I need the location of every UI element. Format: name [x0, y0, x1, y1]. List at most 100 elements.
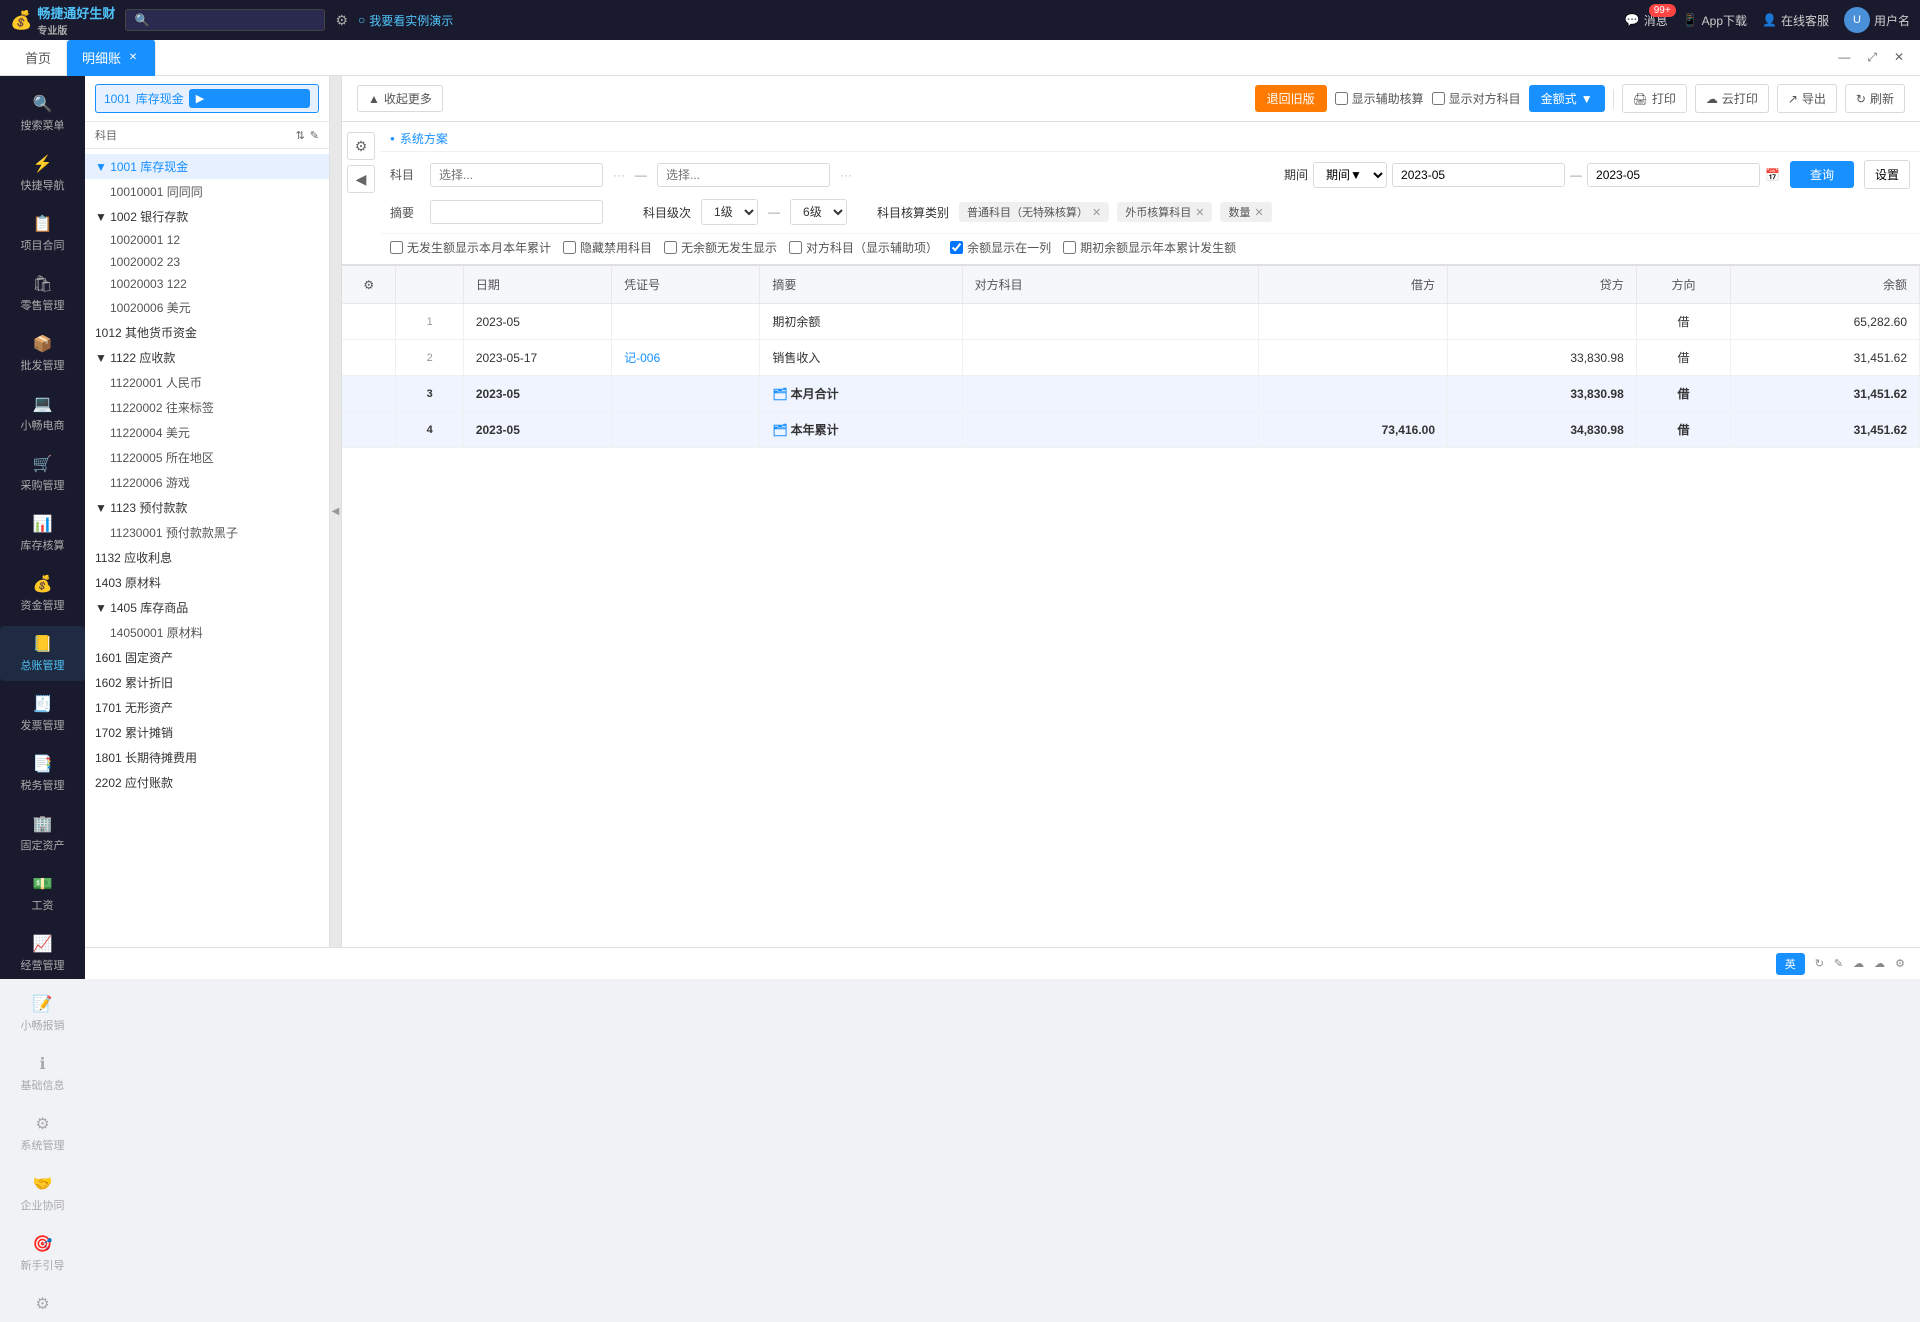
- tab-home[interactable]: 首页: [10, 40, 67, 76]
- top-search-box[interactable]: 🔍: [125, 9, 325, 31]
- tree-item-11220001[interactable]: 11220001 人民币: [85, 370, 329, 395]
- opening-annual-checkbox[interactable]: 期初余额显示年本累计发生额: [1063, 239, 1236, 256]
- show-aux-account-input[interactable]: [1335, 92, 1348, 105]
- demo-link[interactable]: ○ 我要看实例演示: [358, 12, 453, 29]
- hide-disabled-checkbox[interactable]: 隐藏禁用科目: [563, 239, 652, 256]
- row-settings-btn[interactable]: [342, 376, 396, 412]
- status-icon-2[interactable]: ✎: [1834, 957, 1843, 970]
- account-filter-input[interactable]: [430, 163, 603, 187]
- no-balance2-checkbox[interactable]: 无余额无发生显示: [664, 239, 777, 256]
- collapse-btn[interactable]: ▲ 收起更多: [357, 85, 443, 112]
- settings-icon[interactable]: ⚙: [335, 12, 348, 29]
- tree-item-1701[interactable]: 1701 无形资产: [85, 695, 329, 720]
- sidebar-item-guide[interactable]: 🎯 新手引导: [0, 1226, 85, 1281]
- level-start-select[interactable]: 1级: [701, 199, 758, 225]
- account-selected[interactable]: 1001 库存现金 ▶: [95, 84, 319, 113]
- tree-item-10020001[interactable]: 10020001 12: [85, 229, 329, 251]
- period-start-input[interactable]: [1392, 163, 1565, 187]
- sidebar-item-inventory[interactable]: 📊 库存核算: [0, 506, 85, 561]
- sidebar-item-cooperation[interactable]: 🤝 企业协同: [0, 1166, 85, 1221]
- tree-item-1002[interactable]: ▼ 1002 银行存款: [85, 204, 329, 229]
- show-aux-account-checkbox[interactable]: 显示辅助核算: [1335, 90, 1424, 107]
- tree-item-11220004[interactable]: 11220004 美元: [85, 420, 329, 445]
- refresh-btn[interactable]: ↻ 刷新: [1845, 84, 1905, 113]
- tree-item-11220006[interactable]: 11220006 游戏: [85, 470, 329, 495]
- tree-item-1801[interactable]: 1801 长期待摊费用: [85, 745, 329, 770]
- tree-item-1012[interactable]: 1012 其他货币资金: [85, 320, 329, 345]
- sidebar-item-purchase[interactable]: 🛒 采购管理: [0, 446, 85, 501]
- query-btn[interactable]: 查询: [1790, 161, 1854, 188]
- filter-collapse-icon-btn[interactable]: ◀: [347, 165, 375, 193]
- tree-item-2202[interactable]: 2202 应付账款: [85, 770, 329, 795]
- app-download-btn[interactable]: 📱 App下载: [1683, 12, 1747, 29]
- summary-input[interactable]: [430, 200, 603, 224]
- tree-item-1602[interactable]: 1602 累计折旧: [85, 670, 329, 695]
- tree-item-10020003[interactable]: 10020003 122: [85, 273, 329, 295]
- account-sort-icon[interactable]: ⇅: [296, 129, 305, 142]
- export-btn[interactable]: ↗ 导出: [1777, 84, 1837, 113]
- tree-item-11220005[interactable]: 11220005 所在地区: [85, 445, 329, 470]
- back-to-old-btn[interactable]: 退回旧版: [1255, 85, 1327, 112]
- account-filter-input2[interactable]: [657, 163, 830, 187]
- hide-disabled-input[interactable]: [563, 241, 576, 254]
- row-settings-btn[interactable]: [342, 304, 396, 340]
- sidebar-item-finance[interactable]: 💰 资金管理: [0, 566, 85, 621]
- tree-item-1702[interactable]: 1702 累计摊销: [85, 720, 329, 745]
- print-btn[interactable]: 🖨 打印: [1622, 84, 1687, 113]
- tree-item-1123[interactable]: ▼ 1123 预付款款: [85, 495, 329, 520]
- sidebar-item-wholesale[interactable]: 📦 批发管理: [0, 326, 85, 381]
- tab-minimize-btn[interactable]: —: [1832, 47, 1856, 68]
- no-balance-checkbox[interactable]: 无发生额显示本月本年累计: [390, 239, 551, 256]
- sidebar-item-invoice[interactable]: 🧾 发票管理: [0, 686, 85, 741]
- tree-item-1405[interactable]: ▼ 1405 库存商品: [85, 595, 329, 620]
- sidebar-item-tax[interactable]: 📑 税务管理: [0, 746, 85, 801]
- calendar-icon[interactable]: 📅: [1765, 168, 1780, 182]
- account-add-icon[interactable]: ✎: [310, 129, 319, 142]
- sidebar-item-search[interactable]: 🔍 搜索菜单: [0, 86, 85, 141]
- opening-annual-input[interactable]: [1063, 241, 1076, 254]
- tree-item-1403[interactable]: 1403 原材料: [85, 570, 329, 595]
- tree-item-10020006[interactable]: 10020006 美元: [85, 295, 329, 320]
- lang-btn[interactable]: 英: [1776, 953, 1805, 975]
- no-balance-input[interactable]: [390, 241, 403, 254]
- tree-item-11230001[interactable]: 11230001 预付款款黑子: [85, 520, 329, 545]
- status-icon-5[interactable]: ⚙: [1895, 957, 1905, 970]
- normal-account-tag-remove[interactable]: ✕: [1092, 206, 1101, 219]
- sidebar-item-retail[interactable]: 🛍 零售管理: [0, 266, 85, 321]
- voucher-link[interactable]: 记-006: [624, 351, 660, 365]
- sidebar-item-fixed-assets[interactable]: 🏢 固定资产: [0, 806, 85, 861]
- cloud-print-btn[interactable]: ☁ 云打印: [1695, 84, 1769, 113]
- level-end-select[interactable]: 6级: [790, 199, 847, 225]
- tree-item-1132[interactable]: 1132 应收利息: [85, 545, 329, 570]
- balance-one-col-input[interactable]: [950, 241, 963, 254]
- user-profile[interactable]: U 用户名: [1844, 7, 1910, 33]
- show-opposite-input[interactable]: [789, 241, 802, 254]
- row-voucher[interactable]: 记-006: [612, 340, 760, 376]
- system-scheme-btn[interactable]: ● 系统方案: [390, 130, 448, 147]
- period-end-input[interactable]: [1587, 163, 1760, 187]
- sidebar-item-system[interactable]: ⚙ 系统管理: [0, 1106, 85, 1161]
- tree-item-1122[interactable]: ▼ 1122 应收款: [85, 345, 329, 370]
- status-icon-3[interactable]: ☁: [1853, 957, 1864, 970]
- sidebar-item-ecommerce[interactable]: 💻 小畅电商: [0, 386, 85, 441]
- sidebar-item-quick-nav[interactable]: ⚡ 快捷导航: [0, 146, 85, 201]
- online-service-btn[interactable]: 👤 在线客服: [1762, 12, 1829, 29]
- filter-settings-icon-btn[interactable]: ⚙: [347, 132, 375, 160]
- sidebar-item-basic-info[interactable]: ℹ 基础信息: [0, 1046, 85, 1101]
- status-icon-4[interactable]: ☁: [1874, 957, 1885, 970]
- top-search-input[interactable]: [154, 13, 316, 27]
- show-opposite-checkbox[interactable]: 对方科目（显示辅助项）: [789, 239, 938, 256]
- tree-item-10020002[interactable]: 10020002 23: [85, 251, 329, 273]
- tab-close-all-btn[interactable]: ✕: [1888, 47, 1910, 68]
- tab-detail[interactable]: 明细账 ✕: [67, 40, 156, 76]
- no-balance2-input[interactable]: [664, 241, 677, 254]
- tab-maximize-btn[interactable]: ⤢: [1861, 47, 1883, 68]
- tree-item-1601[interactable]: 1601 固定资产: [85, 645, 329, 670]
- tree-item-14050001[interactable]: 14050001 原材料: [85, 620, 329, 645]
- account-navigate-btn[interactable]: ▶: [189, 89, 310, 108]
- show-opposite-account-checkbox[interactable]: 显示对方科目: [1432, 90, 1521, 107]
- row-settings-btn[interactable]: [342, 340, 396, 376]
- row-settings-btn[interactable]: [342, 412, 396, 448]
- quantity-tag-remove[interactable]: ✕: [1254, 206, 1263, 219]
- message-btn[interactable]: 💬 消息 99+: [1625, 12, 1668, 29]
